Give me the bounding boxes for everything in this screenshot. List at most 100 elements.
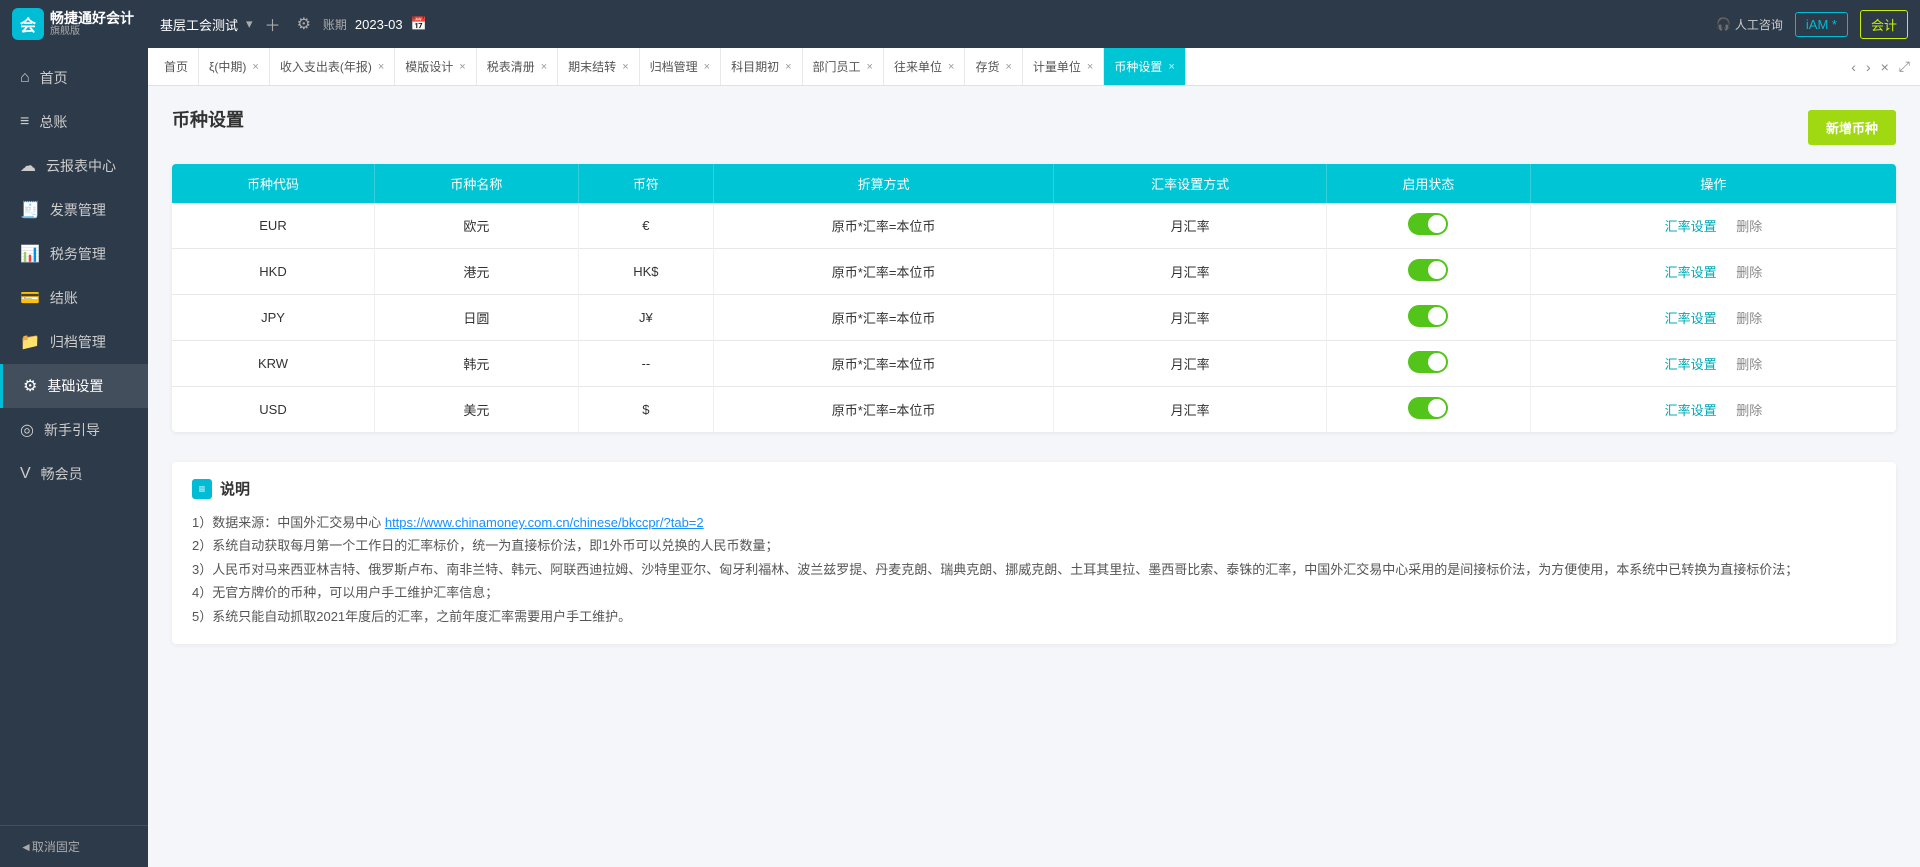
cell-actions: 汇率设置 删除 [1530,341,1896,387]
tab-close-icon[interactable]: × [1168,61,1174,73]
sidebar-item-tax[interactable]: 📊 税务管理 [0,232,148,276]
notes-title-text: 说明 [220,478,250,499]
add-company-btn[interactable]: ＋ [261,12,285,36]
table-row: EUR 欧元 € 原币*汇率=本位币 月汇率 汇率设置 删除 [172,203,1896,249]
toggle-switch[interactable] [1408,397,1448,419]
tab-close-icon[interactable]: × [252,61,258,73]
tab-close-all-btn[interactable]: × [1877,59,1893,75]
tab-customer[interactable]: 往来单位 × [884,48,965,86]
cell-code: USD [172,387,375,433]
tab-expand-btn[interactable]: ⤢ [1895,58,1914,75]
sidebar-item-settings[interactable]: ⚙ 基础设置 [0,364,148,408]
kuaiji-button[interactable]: 会计 [1860,10,1908,39]
tab-inventory[interactable]: 存货 × [965,48,1022,86]
cell-symbol: J¥ [578,295,713,341]
delete-link[interactable]: 删除 [1736,219,1762,234]
toggle-track [1408,351,1448,373]
tab-close-icon[interactable]: × [1005,61,1011,73]
tab-close-icon[interactable]: × [785,61,791,73]
sidebar-item-home[interactable]: ⌂ 首页 [0,56,148,100]
top-bar: 会 畅捷通好会计 旗舰版 基层工会测试 ▾ ＋ ⚙ 账期 2023-03 📅 🎧… [0,0,1920,48]
notes-item: 1）数据来源：中国外汇交易中心 https://www.chinamoney.c… [192,511,1876,534]
toggle-thumb [1428,399,1446,417]
rate-settings-link[interactable]: 汇率设置 [1665,311,1717,326]
tab-close-icon[interactable]: × [704,61,710,73]
rate-settings-link[interactable]: 汇率设置 [1665,219,1717,234]
tab-prev-btn[interactable]: ‹ [1847,59,1860,75]
delete-link[interactable]: 删除 [1736,265,1762,280]
delete-link[interactable]: 删除 [1736,357,1762,372]
tab-archive[interactable]: 归档管理 × [640,48,721,86]
page-title: 币种设置 [172,106,244,132]
notes-link[interactable]: https://www.chinamoney.com.cn/chinese/bk… [385,515,704,530]
cell-actions: 汇率设置 删除 [1530,295,1896,341]
page-header-row: 币种设置 新增币种 [172,106,1896,148]
tab-close-icon[interactable]: × [459,61,465,73]
tab-tax[interactable]: 税表清册 × [477,48,558,86]
tab-label: 期末结转 [568,58,616,75]
notes-item: 5）系统只能自动抓取2021年度后的汇率，之前年度汇率需要用户手工维护。 [192,605,1876,628]
tab-subject[interactable]: 科目期初 × [721,48,802,86]
help-btn[interactable]: 🎧 人工咨询 [1716,16,1783,33]
tab-period-end[interactable]: 期末结转 × [558,48,639,86]
col-status: 启用状态 [1326,164,1530,203]
toggle-switch[interactable] [1408,259,1448,281]
tab-dept[interactable]: 部门员工 × [803,48,884,86]
tab-next-btn[interactable]: › [1862,59,1875,75]
cell-method: 原币*汇率=本位币 [713,203,1054,249]
sidebar-item-label: 税务管理 [50,244,106,264]
tax-icon: 📊 [20,244,40,264]
sidebar-item-label: 发票管理 [50,200,106,220]
table-row: HKD 港元 HK$ 原币*汇率=本位币 月汇率 汇率设置 删除 [172,249,1896,295]
rate-settings-link[interactable]: 汇率设置 [1665,265,1717,280]
settings-btn[interactable]: ⚙ [293,14,315,34]
tab-close-icon[interactable]: × [1087,61,1093,73]
delete-link[interactable]: 删除 [1736,403,1762,418]
toggle-switch[interactable] [1408,351,1448,373]
tab-close-icon[interactable]: × [867,61,873,73]
col-rate-method: 汇率设置方式 [1054,164,1327,203]
cell-method: 原币*汇率=本位币 [713,295,1054,341]
tab-close-icon[interactable]: × [378,61,384,73]
sidebar-pin-toggle[interactable]: ◄取消固定 [0,825,148,867]
notes-item: 4）无官方牌价的币种，可以用户手工维护汇率信息； [192,581,1876,604]
tab-unit[interactable]: 计量单位 × [1023,48,1104,86]
app-edition: 旗舰版 [50,26,134,38]
tab-template[interactable]: 模版设计 × [395,48,476,86]
cell-status [1326,203,1530,249]
tab-label: 计量单位 [1033,58,1081,75]
cell-name: 美元 [375,387,579,433]
toggle-switch[interactable] [1408,213,1448,235]
col-actions: 操作 [1530,164,1896,203]
tab-currency[interactable]: 币种设置 × [1104,48,1185,86]
company-dropdown-icon[interactable]: ▾ [246,16,253,32]
period-label: 账期 [323,16,347,33]
tab-close-icon[interactable]: × [948,61,954,73]
cell-rate-method: 月汇率 [1054,341,1327,387]
rate-settings-link[interactable]: 汇率设置 [1665,403,1717,418]
notes-item: 3）人民币对马来西亚林吉特、俄罗斯卢布、南非兰特、韩元、阿联西迪拉姆、沙特里亚尔… [192,558,1876,581]
iam-button[interactable]: iAM * [1795,12,1848,37]
rate-settings-link[interactable]: 汇率设置 [1665,357,1717,372]
toggle-switch[interactable] [1408,305,1448,327]
tab-period[interactable]: ξ(中期) × [199,48,270,86]
sidebar-item-guide[interactable]: ◎ 新手引导 [0,408,148,452]
cell-rate-method: 月汇率 [1054,203,1327,249]
sidebar-item-archive[interactable]: 📁 归档管理 [0,320,148,364]
sidebar-item-label: 云报表中心 [46,156,116,176]
calendar-icon[interactable]: 📅 [411,16,427,32]
sidebar-item-invoice[interactable]: 🧾 发票管理 [0,188,148,232]
sidebar-item-member[interactable]: V 畅会员 [0,452,148,496]
delete-link[interactable]: 删除 [1736,311,1762,326]
sidebar-item-ledger[interactable]: ≡ 总账 [0,100,148,144]
tab-label: 存货 [975,58,999,75]
cell-code: JPY [172,295,375,341]
tab-income[interactable]: 收入支出表(年报) × [270,48,395,86]
sidebar-item-settlement[interactable]: 💳 结账 [0,276,148,320]
tab-actions: ‹ › × ⤢ [1847,58,1914,75]
sidebar-item-reports[interactable]: ☁ 云报表中心 [0,144,148,188]
tab-home[interactable]: 首页 [154,48,199,86]
tab-close-icon[interactable]: × [541,61,547,73]
new-currency-button[interactable]: 新增币种 [1808,110,1896,145]
tab-close-icon[interactable]: × [622,61,628,73]
